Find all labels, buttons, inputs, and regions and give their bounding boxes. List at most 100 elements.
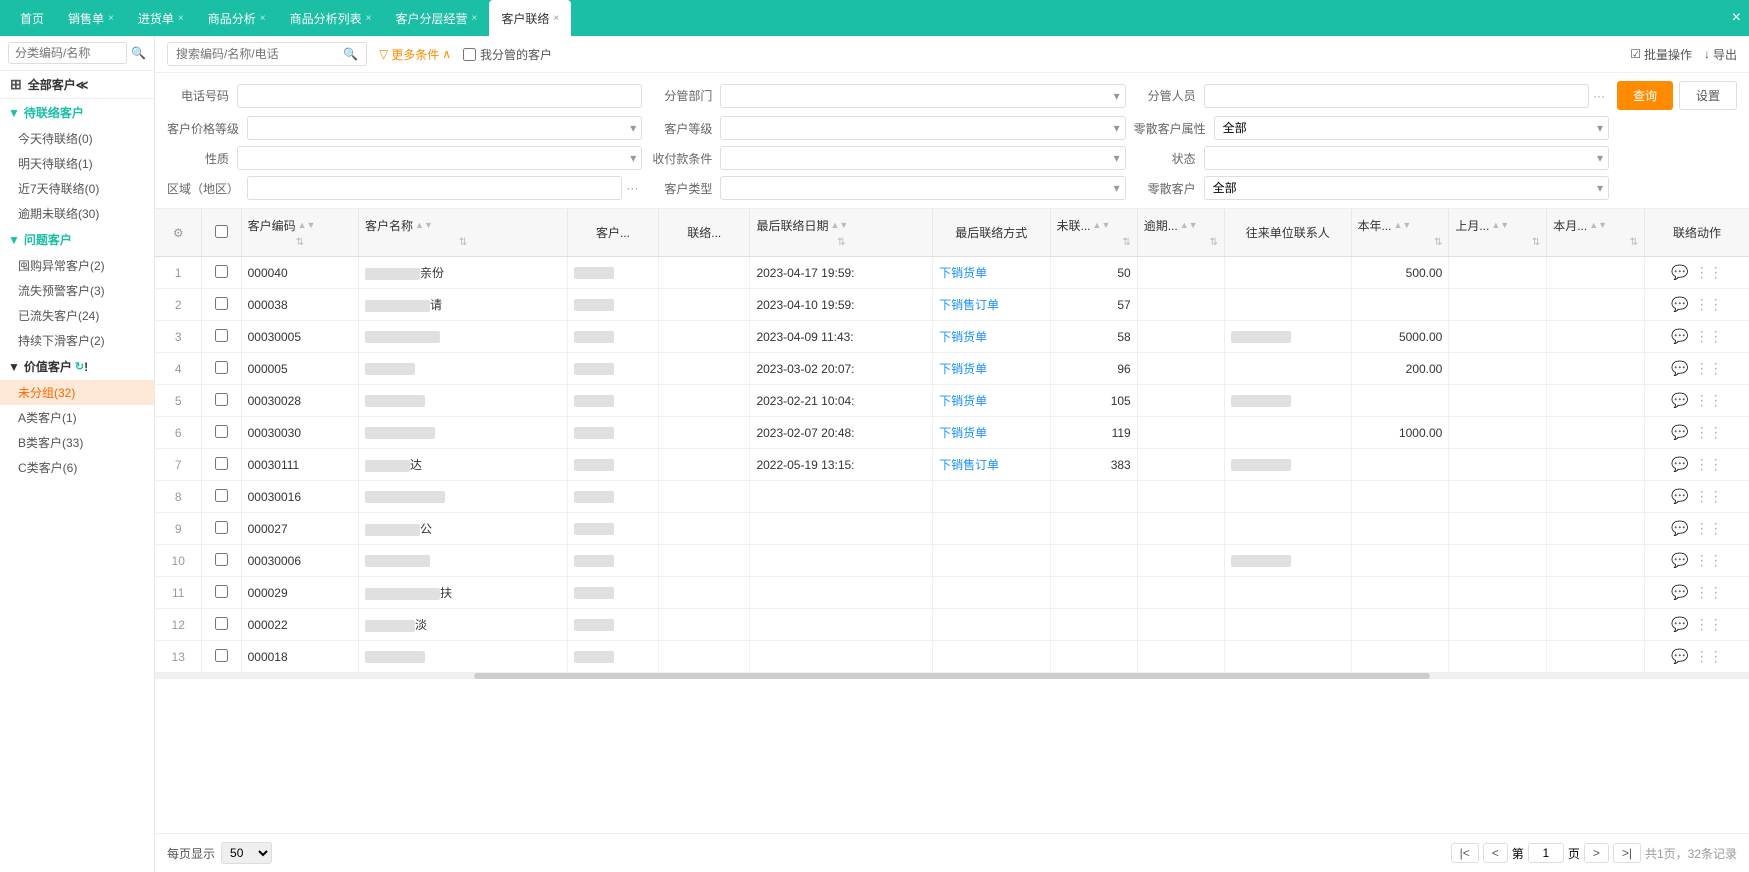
- row-checkbox[interactable]: [215, 393, 228, 406]
- row-check[interactable]: [202, 417, 241, 449]
- row-checkbox[interactable]: [215, 521, 228, 534]
- region-dots-btn[interactable]: ···: [622, 181, 642, 195]
- last-way-link[interactable]: 下销货单: [939, 266, 987, 280]
- tab-customer-tier-close[interactable]: ×: [471, 13, 477, 24]
- sidebar-item-a-class[interactable]: A类客户(1): [0, 405, 154, 430]
- th-overdue[interactable]: 逾期...▲▼: [1137, 209, 1224, 257]
- export-btn[interactable]: ↓ 导出: [1704, 46, 1737, 63]
- row-checkbox[interactable]: [215, 297, 228, 310]
- more-icon[interactable]: ⋮⋮: [1695, 616, 1723, 633]
- sidebar-item-overdue-pending[interactable]: 逾期未联络(30): [0, 201, 154, 226]
- price-grade-select[interactable]: [247, 116, 642, 140]
- more-icon[interactable]: ⋮⋮: [1695, 360, 1723, 377]
- nav-home[interactable]: 首页: [8, 0, 56, 36]
- contact-icon[interactable]: 💬: [1671, 328, 1688, 345]
- contact-icon[interactable]: 💬: [1671, 456, 1688, 473]
- sidebar-item-7days-pending[interactable]: 近7天待联络(0): [0, 176, 154, 201]
- last-way-link[interactable]: 下销售订单: [939, 458, 999, 472]
- region-input[interactable]: [247, 176, 622, 200]
- filter-search-icon[interactable]: 🔍: [343, 47, 358, 61]
- th-last-month[interactable]: 上月...▲▼: [1449, 209, 1547, 257]
- row-checkbox[interactable]: [215, 649, 228, 662]
- contact-icon[interactable]: 💬: [1671, 616, 1688, 633]
- next-page-btn[interactable]: >: [1584, 843, 1609, 863]
- sidebar-item-churned[interactable]: 已流失客户(24): [0, 303, 154, 328]
- th-un[interactable]: 未联...▲▼: [1050, 209, 1137, 257]
- sidebar-item-tomorrow-pending[interactable]: 明天待联络(1): [0, 151, 154, 176]
- filter-search-input[interactable]: [176, 47, 339, 61]
- sidebar-problem-header[interactable]: ▼ 问题客户: [0, 226, 154, 253]
- person-dots-btn[interactable]: ···: [1589, 89, 1609, 103]
- row-check[interactable]: [202, 321, 241, 353]
- th-code[interactable]: 客户编码▲▼: [241, 209, 358, 257]
- row-check[interactable]: [202, 289, 241, 321]
- sidebar-all-customers[interactable]: ⊞ 全部客户 ≪: [0, 71, 154, 99]
- sidebar-score-header[interactable]: ▼ 价值客户 ↻ !: [0, 353, 154, 380]
- contact-icon[interactable]: 💬: [1671, 584, 1688, 601]
- first-page-btn[interactable]: |<: [1451, 843, 1479, 863]
- sidebar-item-churn-warning[interactable]: 流失预警客户(3): [0, 278, 154, 303]
- more-icon[interactable]: ⋮⋮: [1695, 296, 1723, 313]
- more-conditions-btn[interactable]: ▽ 更多条件 ∧: [379, 46, 451, 63]
- contact-icon[interactable]: 💬: [1671, 264, 1688, 281]
- payment-select[interactable]: [720, 146, 1125, 170]
- sidebar-item-abnormal[interactable]: 囤购异常客户(2): [0, 253, 154, 278]
- tab-sales-close[interactable]: ×: [108, 13, 114, 24]
- sidebar-search-icon[interactable]: 🔍: [131, 46, 146, 60]
- row-checkbox[interactable]: [215, 489, 228, 502]
- nav-tab-product-list[interactable]: 商品分析列表 ×: [278, 0, 384, 36]
- more-icon[interactable]: ⋮⋮: [1695, 456, 1723, 473]
- row-checkbox[interactable]: [215, 361, 228, 374]
- status-select[interactable]: [1204, 146, 1609, 170]
- contact-icon[interactable]: 💬: [1671, 520, 1688, 537]
- contact-icon[interactable]: 💬: [1671, 392, 1688, 409]
- row-check[interactable]: [202, 513, 241, 545]
- contact-icon[interactable]: 💬: [1671, 424, 1688, 441]
- phone-input[interactable]: [237, 84, 642, 108]
- more-icon[interactable]: ⋮⋮: [1695, 488, 1723, 505]
- th-this-year[interactable]: 本年...▲▼: [1351, 209, 1449, 257]
- more-icon[interactable]: ⋮⋮: [1695, 328, 1723, 345]
- row-checkbox[interactable]: [215, 617, 228, 630]
- horizontal-scrollbar[interactable]: [155, 673, 1749, 679]
- person-input[interactable]: [1204, 84, 1589, 108]
- nav-tab-product-analysis[interactable]: 商品分析 ×: [196, 0, 278, 36]
- nav-tab-sales[interactable]: 销售单 ×: [56, 0, 126, 36]
- th-settings[interactable]: ⚙: [155, 209, 202, 257]
- retail-attr-select[interactable]: 全部: [1214, 116, 1609, 140]
- batch-op-btn[interactable]: ☑ 批量操作: [1630, 46, 1692, 63]
- row-check[interactable]: [202, 481, 241, 513]
- sidebar-collapse-btn[interactable]: ≪: [76, 78, 89, 92]
- sidebar-item-c-class[interactable]: C类客户(6): [0, 455, 154, 480]
- nav-tab-customer-tier[interactable]: 客户分层经营 ×: [383, 0, 489, 36]
- contact-icon[interactable]: 💬: [1671, 296, 1688, 313]
- row-check[interactable]: [202, 609, 241, 641]
- reset-btn[interactable]: 设置: [1679, 81, 1737, 110]
- per-page-select[interactable]: 50 100: [221, 842, 272, 864]
- contact-icon[interactable]: 💬: [1671, 552, 1688, 569]
- contact-icon[interactable]: 💬: [1671, 488, 1688, 505]
- th-this-month[interactable]: 本月...▲▼: [1547, 209, 1645, 257]
- contact-icon[interactable]: 💬: [1671, 648, 1688, 665]
- page-input[interactable]: [1528, 843, 1564, 863]
- more-icon[interactable]: ⋮⋮: [1695, 264, 1723, 281]
- more-icon[interactable]: ⋮⋮: [1695, 392, 1723, 409]
- tab-product-list-close[interactable]: ×: [366, 13, 372, 24]
- row-check[interactable]: [202, 385, 241, 417]
- customer-grade-select[interactable]: [720, 116, 1125, 140]
- dept-select[interactable]: [720, 84, 1125, 108]
- sidebar-item-today-pending[interactable]: 今天待联络(0): [0, 126, 154, 151]
- my-customers-checkbox[interactable]: [463, 48, 476, 61]
- row-check[interactable]: [202, 257, 241, 289]
- nature-select[interactable]: [237, 146, 642, 170]
- tab-customer-contact-close[interactable]: ×: [553, 13, 559, 24]
- more-icon[interactable]: ⋮⋮: [1695, 584, 1723, 601]
- refresh-icon[interactable]: ↻: [75, 360, 84, 373]
- row-checkbox[interactable]: [215, 457, 228, 470]
- query-btn[interactable]: 查询: [1617, 81, 1673, 110]
- row-check[interactable]: [202, 353, 241, 385]
- settings-icon[interactable]: ⚙: [173, 226, 184, 240]
- retail-customer-select[interactable]: 全部: [1204, 176, 1609, 200]
- sidebar-pending-header[interactable]: ▼ 待联络客户: [0, 99, 154, 126]
- select-all-checkbox[interactable]: [215, 225, 228, 238]
